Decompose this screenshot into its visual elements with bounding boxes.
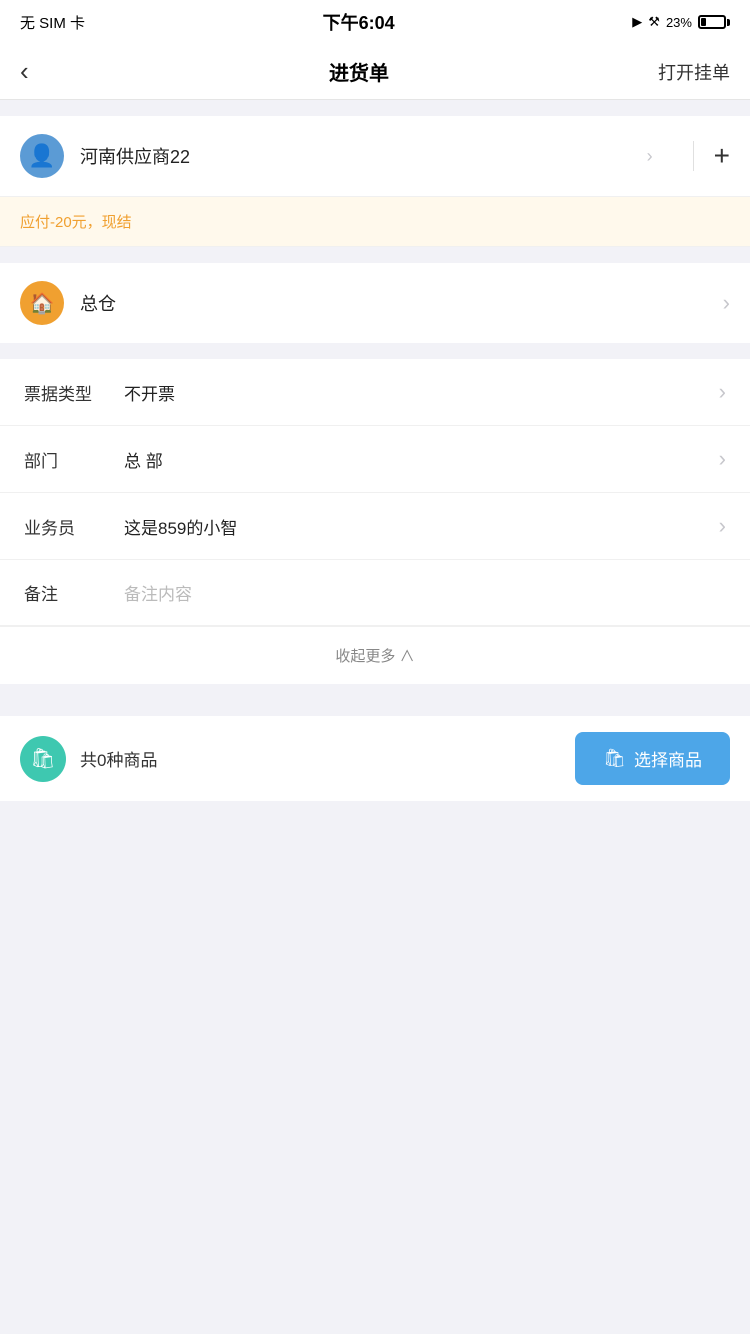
carrier-text: 无 SIM 卡: [20, 12, 85, 33]
product-count-text: 共0种商品: [80, 746, 575, 771]
department-value: 总 部: [124, 447, 711, 472]
back-button[interactable]: ‹: [20, 56, 60, 87]
select-product-button[interactable]: 🛍 选择商品: [575, 732, 730, 785]
sales-rep-value: 这是859的小智: [124, 514, 711, 539]
ticket-type-label: 票据类型: [24, 380, 114, 405]
supplier-avatar: 👤: [20, 134, 64, 178]
supplier-name: 河南供应商22: [80, 143, 647, 169]
collapse-label: 收起更多 ∧: [335, 648, 414, 665]
supplier-row[interactable]: 👤 河南供应商22 › +: [0, 116, 750, 197]
add-supplier-button[interactable]: +: [714, 140, 730, 172]
product-icon-wrap: 🛍: [20, 736, 66, 782]
section-gap-2: [0, 247, 750, 263]
user-icon: 👤: [28, 143, 55, 169]
warehouse-card[interactable]: 🏠 总仓: [0, 263, 750, 343]
sales-rep-row[interactable]: 业务员 这是859的小智: [0, 493, 750, 560]
battery-percent: 23%: [666, 15, 692, 30]
warehouse-icon: 🏠: [30, 291, 55, 316]
select-product-icon: 🛍: [603, 748, 626, 769]
notice-banner: 应付-20元，现结: [0, 197, 750, 247]
product-icon: 🛍: [30, 746, 55, 771]
ticket-type-chevron-icon: [719, 379, 726, 405]
department-label: 部门: [24, 447, 114, 472]
department-chevron-icon: [719, 446, 726, 472]
warehouse-chevron-icon: [723, 290, 730, 316]
sales-rep-label: 业务员: [24, 514, 114, 539]
product-bar: 🛍 共0种商品 🛍 选择商品: [0, 716, 750, 801]
supplier-card: 👤 河南供应商22 › + 应付-20元，现结: [0, 116, 750, 247]
page-title: 进货单: [329, 57, 389, 86]
alarm-icon: ⚒: [648, 14, 660, 30]
warehouse-name: 总仓: [80, 290, 723, 316]
warehouse-row[interactable]: 🏠 总仓: [0, 263, 750, 343]
supplier-chevron-icon: ›: [647, 146, 653, 167]
section-gap-4: [0, 684, 750, 700]
location-icon: ▶: [632, 14, 642, 30]
battery-icon: [698, 15, 730, 29]
collapse-button[interactable]: 收起更多 ∧: [0, 626, 750, 684]
sales-rep-chevron-icon: [719, 513, 726, 539]
remarks-input[interactable]: 备注内容: [124, 580, 726, 605]
warehouse-icon-wrap: 🏠: [20, 281, 64, 325]
select-product-label: 选择商品: [634, 746, 702, 771]
form-card: 票据类型 不开票 部门 总 部 业务员 这是859的小智 备注 备注内容 收起更…: [0, 359, 750, 684]
remarks-row[interactable]: 备注 备注内容: [0, 560, 750, 626]
time-text: 下午6:04: [323, 9, 395, 35]
ticket-type-value: 不开票: [124, 380, 711, 405]
remarks-label: 备注: [24, 580, 114, 605]
status-indicators: ▶ ⚒ 23%: [632, 14, 730, 30]
department-row[interactable]: 部门 总 部: [0, 426, 750, 493]
notice-text: 应付-20元，现结: [20, 214, 132, 231]
ticket-type-row[interactable]: 票据类型 不开票: [0, 359, 750, 426]
section-gap-3: [0, 343, 750, 359]
nav-bar: ‹ 进货单 打开挂单: [0, 44, 750, 100]
supplier-divider: [693, 141, 694, 171]
status-bar: 无 SIM 卡 下午6:04 ▶ ⚒ 23%: [0, 0, 750, 44]
open-pending-button[interactable]: 打开挂单: [658, 59, 730, 85]
section-gap-1: [0, 100, 750, 116]
